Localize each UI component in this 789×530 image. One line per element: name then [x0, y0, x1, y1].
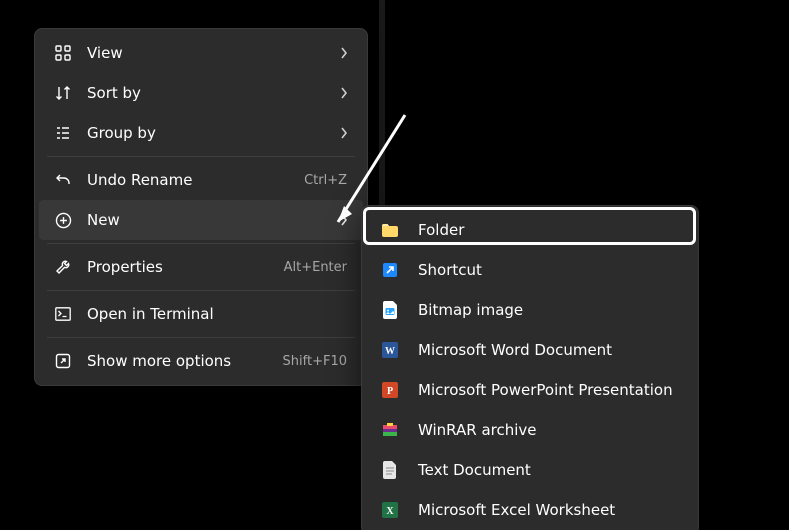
menu-item-view[interactable]: View: [39, 33, 363, 73]
grid-icon: [53, 43, 73, 63]
submenu-label: Shortcut: [418, 261, 682, 279]
new-submenu: Folder Shortcut Bitmap image W Microsoft…: [361, 205, 699, 530]
submenu-label: Bitmap image: [418, 301, 682, 319]
menu-item-sort-by[interactable]: Sort by: [39, 73, 363, 113]
chevron-right-icon: [337, 87, 351, 99]
text-file-icon: [380, 460, 400, 480]
separator: [47, 290, 355, 291]
menu-item-group-by[interactable]: Group by: [39, 113, 363, 153]
separator: [47, 156, 355, 157]
menu-label: View: [87, 44, 331, 62]
submenu-item-folder[interactable]: Folder: [366, 210, 694, 250]
powerpoint-icon: P: [380, 380, 400, 400]
menu-item-show-more[interactable]: Show more options Shift+F10: [39, 341, 363, 381]
menu-item-open-terminal[interactable]: Open in Terminal: [39, 294, 363, 334]
expand-icon: [53, 351, 73, 371]
separator: [47, 243, 355, 244]
separator: [47, 337, 355, 338]
context-menu: View Sort by Group by: [34, 28, 368, 386]
svg-text:X: X: [386, 506, 394, 517]
menu-item-new[interactable]: New: [39, 200, 363, 240]
submenu-item-text[interactable]: Text Document: [366, 450, 694, 490]
sort-icon: [53, 83, 73, 103]
group-icon: [53, 123, 73, 143]
menu-item-undo[interactable]: Undo Rename Ctrl+Z: [39, 160, 363, 200]
submenu-label: Microsoft Excel Worksheet: [418, 501, 682, 519]
shortcut-label: Ctrl+Z: [304, 173, 347, 188]
shortcut-label: Shift+F10: [283, 354, 347, 369]
submenu-label: WinRAR archive: [418, 421, 682, 439]
submenu-item-bitmap[interactable]: Bitmap image: [366, 290, 694, 330]
submenu-label: Folder: [418, 221, 682, 239]
menu-label: Properties: [87, 258, 284, 276]
terminal-icon: [53, 304, 73, 324]
plus-circle-icon: [53, 210, 73, 230]
submenu-item-word[interactable]: W Microsoft Word Document: [366, 330, 694, 370]
shortcut-icon: [380, 260, 400, 280]
submenu-item-shortcut[interactable]: Shortcut: [366, 250, 694, 290]
shortcut-label: Alt+Enter: [284, 260, 347, 275]
menu-label: Group by: [87, 124, 331, 142]
bitmap-icon: [380, 300, 400, 320]
menu-label: New: [87, 211, 331, 229]
word-icon: W: [380, 340, 400, 360]
submenu-label: Text Document: [418, 461, 682, 479]
wrench-icon: [53, 257, 73, 277]
submenu-label: Microsoft Word Document: [418, 341, 682, 359]
submenu-label: Microsoft PowerPoint Presentation: [418, 381, 682, 399]
submenu-item-winrar[interactable]: WinRAR archive: [366, 410, 694, 450]
menu-label: Sort by: [87, 84, 331, 102]
svg-text:P: P: [387, 386, 393, 397]
chevron-right-icon: [337, 47, 351, 59]
chevron-right-icon: [337, 214, 351, 226]
menu-label: Show more options: [87, 352, 283, 370]
menu-item-properties[interactable]: Properties Alt+Enter: [39, 247, 363, 287]
excel-icon: X: [380, 500, 400, 520]
menu-label: Open in Terminal: [87, 305, 351, 323]
desktop-background[interactable]: { "main_menu": { "view": { "label": "Vie…: [0, 0, 789, 530]
folder-icon: [380, 220, 400, 240]
chevron-right-icon: [337, 127, 351, 139]
svg-text:W: W: [385, 346, 395, 357]
submenu-item-excel[interactable]: X Microsoft Excel Worksheet: [366, 490, 694, 530]
menu-label: Undo Rename: [87, 171, 304, 189]
winrar-icon: [380, 420, 400, 440]
undo-icon: [53, 170, 73, 190]
submenu-item-powerpoint[interactable]: P Microsoft PowerPoint Presentation: [366, 370, 694, 410]
